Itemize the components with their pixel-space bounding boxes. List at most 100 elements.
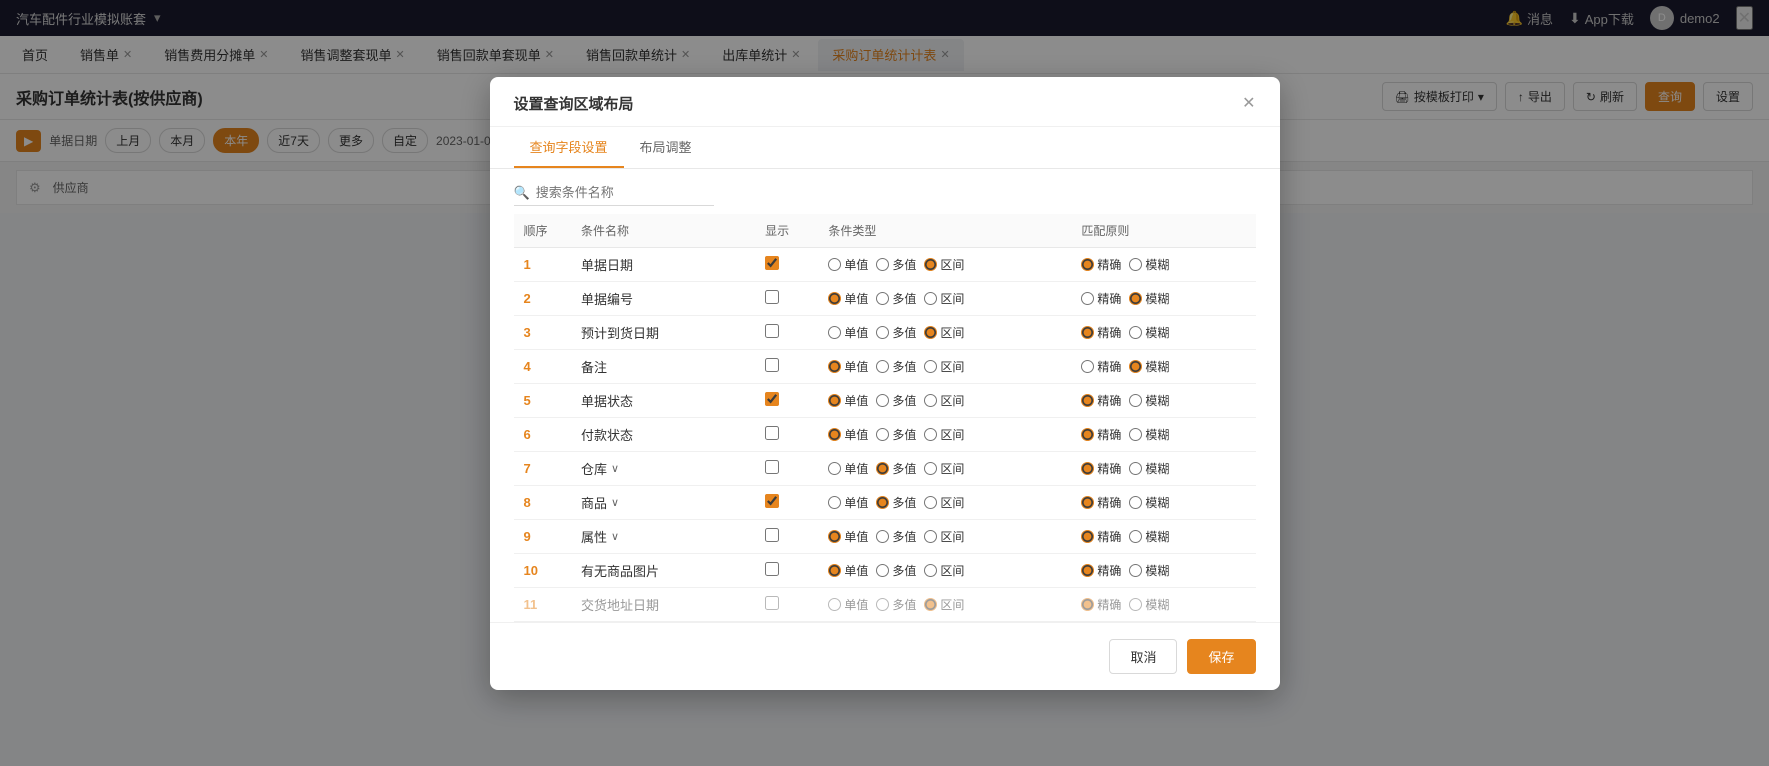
- cond-type-option[interactable]: 多值: [876, 494, 916, 511]
- cond-type-radio[interactable]: [876, 462, 889, 475]
- row-display[interactable]: [755, 281, 818, 315]
- display-checkbox[interactable]: [765, 358, 779, 372]
- match-rule-radio[interactable]: [1129, 428, 1142, 441]
- match-rule-option[interactable]: 模糊: [1129, 358, 1169, 375]
- cond-type-radio[interactable]: [924, 428, 937, 441]
- display-checkbox[interactable]: [765, 290, 779, 304]
- cond-type-option[interactable]: 多值: [876, 562, 916, 579]
- cancel-button[interactable]: 取消: [1109, 639, 1177, 674]
- cond-type-option[interactable]: 单值: [828, 562, 868, 579]
- dialog-overlay[interactable]: 设置查询区域布局 ✕ 查询字段设置 布局调整 🔍 顺序: [0, 0, 1769, 766]
- cond-type-option[interactable]: 多值: [876, 256, 916, 273]
- match-rule-option[interactable]: 精确: [1081, 392, 1121, 409]
- match-rule-radio[interactable]: [1081, 564, 1094, 577]
- cond-type-option[interactable]: 多值: [876, 596, 916, 613]
- display-checkbox[interactable]: [765, 460, 779, 474]
- match-rule-radio[interactable]: [1081, 428, 1094, 441]
- match-rule-option[interactable]: 模糊: [1129, 256, 1169, 273]
- row-display[interactable]: [755, 383, 818, 417]
- dialog-table-wrap[interactable]: 顺序 条件名称 显示 条件类型 匹配原则 1单据日期单值多值区间精确模糊2单据编…: [490, 214, 1280, 622]
- match-rule-radio[interactable]: [1081, 326, 1094, 339]
- match-rule-radio[interactable]: [1129, 564, 1142, 577]
- match-rule-option[interactable]: 模糊: [1129, 290, 1169, 307]
- match-rule-option[interactable]: 精确: [1081, 528, 1121, 545]
- match-rule-radio[interactable]: [1129, 598, 1142, 611]
- match-rule-radio[interactable]: [1129, 530, 1142, 543]
- match-rule-option[interactable]: 精确: [1081, 596, 1121, 613]
- row-display[interactable]: [755, 553, 818, 587]
- match-rule-option[interactable]: 模糊: [1129, 392, 1169, 409]
- cond-type-option[interactable]: 单值: [828, 256, 868, 273]
- match-rule-radio[interactable]: [1081, 360, 1094, 373]
- cond-type-option[interactable]: 多值: [876, 460, 916, 477]
- cond-type-option[interactable]: 单值: [828, 290, 868, 307]
- cond-type-radio[interactable]: [876, 428, 889, 441]
- cond-type-option[interactable]: 多值: [876, 324, 916, 341]
- tab-query-field[interactable]: 查询字段设置: [514, 127, 624, 168]
- cond-type-radio[interactable]: [828, 462, 841, 475]
- cond-type-radio[interactable]: [876, 360, 889, 373]
- cond-type-option[interactable]: 单值: [828, 324, 868, 341]
- tab-layout-adjust[interactable]: 布局调整: [624, 127, 708, 168]
- match-rule-radio[interactable]: [1081, 530, 1094, 543]
- match-rule-radio[interactable]: [1129, 292, 1142, 305]
- cond-type-option[interactable]: 区间: [924, 528, 964, 545]
- cond-type-radio[interactable]: [876, 564, 889, 577]
- cond-type-option[interactable]: 区间: [924, 290, 964, 307]
- row-display[interactable]: [755, 247, 818, 281]
- dialog-close-button[interactable]: ✕: [1242, 93, 1255, 113]
- cond-type-option[interactable]: 区间: [924, 494, 964, 511]
- cond-type-option[interactable]: 多值: [876, 426, 916, 443]
- display-checkbox[interactable]: [765, 562, 779, 576]
- cond-type-radio[interactable]: [828, 530, 841, 543]
- cond-type-radio[interactable]: [924, 292, 937, 305]
- match-rule-option[interactable]: 模糊: [1129, 426, 1169, 443]
- cond-type-radio[interactable]: [924, 462, 937, 475]
- cond-type-radio[interactable]: [828, 292, 841, 305]
- match-rule-option[interactable]: 模糊: [1129, 562, 1169, 579]
- cond-type-option[interactable]: 区间: [924, 324, 964, 341]
- cond-type-option[interactable]: 区间: [924, 358, 964, 375]
- cond-type-radio[interactable]: [924, 258, 937, 271]
- cond-type-radio[interactable]: [828, 258, 841, 271]
- cond-type-option[interactable]: 单值: [828, 460, 868, 477]
- match-rule-radio[interactable]: [1129, 258, 1142, 271]
- match-rule-option[interactable]: 精确: [1081, 290, 1121, 307]
- cond-type-option[interactable]: 多值: [876, 290, 916, 307]
- row-display[interactable]: [755, 451, 818, 485]
- match-rule-radio[interactable]: [1081, 394, 1094, 407]
- cond-type-option[interactable]: 区间: [924, 596, 964, 613]
- cond-type-radio[interactable]: [876, 326, 889, 339]
- row-display[interactable]: [755, 349, 818, 383]
- cond-type-option[interactable]: 单值: [828, 596, 868, 613]
- cond-type-option[interactable]: 单值: [828, 528, 868, 545]
- match-rule-option[interactable]: 模糊: [1129, 324, 1169, 341]
- cond-type-option[interactable]: 单值: [828, 358, 868, 375]
- cond-type-radio[interactable]: [828, 564, 841, 577]
- display-checkbox[interactable]: [765, 256, 779, 270]
- match-rule-radio[interactable]: [1129, 326, 1142, 339]
- row-display[interactable]: [755, 519, 818, 553]
- cond-type-option[interactable]: 单值: [828, 392, 868, 409]
- cond-type-option[interactable]: 区间: [924, 256, 964, 273]
- cond-type-radio[interactable]: [876, 530, 889, 543]
- cond-type-radio[interactable]: [876, 496, 889, 509]
- cond-type-option[interactable]: 单值: [828, 494, 868, 511]
- row-display[interactable]: [755, 587, 818, 621]
- cond-type-radio[interactable]: [828, 360, 841, 373]
- search-input[interactable]: [536, 185, 714, 200]
- match-rule-radio[interactable]: [1129, 462, 1142, 475]
- cond-type-radio[interactable]: [924, 326, 937, 339]
- cond-type-option[interactable]: 单值: [828, 426, 868, 443]
- display-checkbox[interactable]: [765, 324, 779, 338]
- cond-type-radio[interactable]: [876, 258, 889, 271]
- match-rule-radio[interactable]: [1081, 598, 1094, 611]
- cond-type-radio[interactable]: [924, 530, 937, 543]
- match-rule-radio[interactable]: [1129, 496, 1142, 509]
- cond-type-option[interactable]: 多值: [876, 392, 916, 409]
- cond-type-radio[interactable]: [828, 326, 841, 339]
- match-rule-option[interactable]: 精确: [1081, 324, 1121, 341]
- match-rule-radio[interactable]: [1081, 258, 1094, 271]
- row-display[interactable]: [755, 315, 818, 349]
- match-rule-option[interactable]: 模糊: [1129, 596, 1169, 613]
